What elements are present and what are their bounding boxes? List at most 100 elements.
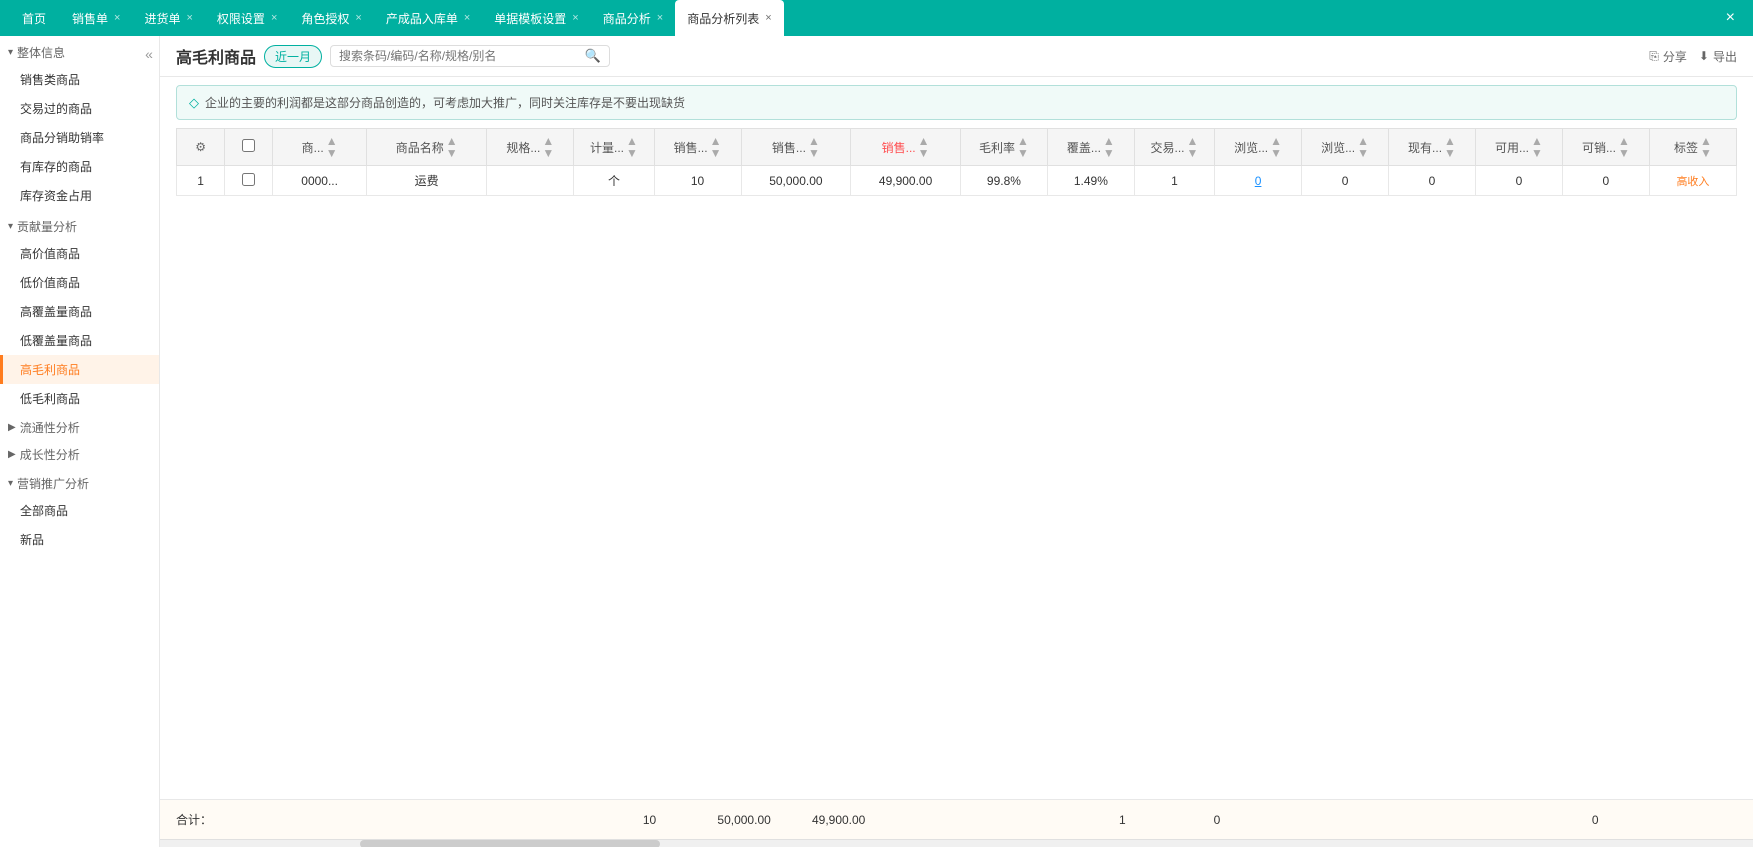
browse2-sort-icon: ▲▼ xyxy=(1357,135,1369,159)
share-icon: ⎘ xyxy=(1649,49,1659,64)
sidebar-item-stock-capital[interactable]: 库存资金占用 xyxy=(0,181,159,210)
sales-profit-column-header[interactable]: 销售... ▲▼ xyxy=(851,129,961,166)
row-stock1: 0 xyxy=(1389,166,1476,196)
sidebar-item-high-coverage[interactable]: 高覆盖量商品 xyxy=(0,297,159,326)
nav-tab-home[interactable]: 首页 xyxy=(8,0,60,36)
sidebar-collapse-button[interactable]: « xyxy=(139,44,159,64)
info-text: 企业的主要的利润都是这部分商品创造的，可考虑加大推广，同时关注库存是不要出现缺货 xyxy=(205,94,685,111)
sidebar-group-overall[interactable]: ▾ 整体信息 xyxy=(0,36,159,65)
sidebar-item-high-margin[interactable]: 高毛利商品 xyxy=(0,355,159,384)
summary-cells: 10 50,000.00 49,900.00 1 0 0 xyxy=(224,813,1737,827)
nav-tab-purchase[interactable]: 进货单 × xyxy=(132,0,204,36)
sidebar-group-liquidity[interactable]: ▶ 流通性分析 xyxy=(0,413,159,440)
grossrate-sort-icon: ▲▼ xyxy=(1017,135,1029,159)
sidebar-item-traded-goods[interactable]: 交易过的商品 xyxy=(0,94,159,123)
close-sales-tab[interactable]: × xyxy=(114,12,120,24)
settings-column-header[interactable]: ⚙ xyxy=(177,129,225,166)
summary-empty-4 xyxy=(508,813,603,827)
close-purchase-tab[interactable]: × xyxy=(186,12,192,24)
salesqty-sort-icon: ▲▼ xyxy=(710,135,722,159)
export-button[interactable]: ⬇ 导出 xyxy=(1699,48,1737,65)
trade-column-header[interactable]: 交易... ▲▼ xyxy=(1134,129,1214,166)
stock1-sort-icon: ▲▼ xyxy=(1444,135,1456,159)
tag-column-header[interactable]: 标签 ▲▼ xyxy=(1649,129,1736,166)
unit-column-header[interactable]: 计量... ▲▼ xyxy=(574,129,654,166)
row-sales-qty: 10 xyxy=(654,166,741,196)
export-icon: ⬇ xyxy=(1699,49,1709,63)
close-analysis-tab[interactable]: × xyxy=(657,12,663,24)
close-analysis-list-tab[interactable]: × xyxy=(765,12,771,24)
info-icon: ◇ xyxy=(189,95,199,111)
nav-tab-roles[interactable]: 角色授权 × xyxy=(289,0,373,36)
select-all-checkbox[interactable] xyxy=(242,139,255,152)
sales-amt-column-header[interactable]: 销售... ▲▼ xyxy=(741,129,851,166)
liquidity-arrow-icon: ▶ xyxy=(8,422,16,433)
sidebar-item-low-value[interactable]: 低价值商品 xyxy=(0,268,159,297)
browse1-column-header[interactable]: 浏览... ▲▼ xyxy=(1215,129,1302,166)
sidebar-item-sales-goods[interactable]: 销售类商品 xyxy=(0,65,159,94)
saleable-sort-icon: ▲▼ xyxy=(1618,135,1630,159)
sidebar-item-low-margin[interactable]: 低毛利商品 xyxy=(0,384,159,413)
close-permissions-tab[interactable]: × xyxy=(271,12,277,24)
sidebar-item-low-coverage[interactable]: 低覆盖量商品 xyxy=(0,326,159,355)
name-column-header[interactable]: 商品名称 ▲▼ xyxy=(366,129,486,166)
stock2-column-header[interactable]: 可用... ▲▼ xyxy=(1475,129,1562,166)
search-box[interactable]: 🔍 xyxy=(330,45,610,67)
scrollbar-thumb[interactable] xyxy=(360,840,660,847)
row-code: 0000... xyxy=(273,166,367,196)
marketing-arrow-icon: ▾ xyxy=(8,478,13,489)
filter-month-button[interactable]: 近一月 xyxy=(264,45,322,68)
summary-browse1: 0 xyxy=(1170,813,1265,827)
row-browse1[interactable]: 0 xyxy=(1215,166,1302,196)
sidebar-item-in-stock-goods[interactable]: 有库存的商品 xyxy=(0,152,159,181)
row-stock2: 0 xyxy=(1475,166,1562,196)
row-checkbox[interactable] xyxy=(225,166,273,196)
summary-empty-10 xyxy=(1642,813,1737,827)
checkbox-column-header[interactable] xyxy=(225,129,273,166)
page-title: 高毛利商品 xyxy=(176,44,256,68)
nav-tab-inbound[interactable]: 产成品入库单 × xyxy=(374,0,482,36)
code-column-header[interactable]: 商... ▲▼ xyxy=(273,129,367,166)
row-name: 运费 xyxy=(366,166,486,196)
row-index: 1 xyxy=(177,166,225,196)
saleable-column-header[interactable]: 可销... ▲▼ xyxy=(1562,129,1649,166)
sidebar-group-contribution[interactable]: ▾ 贡献量分析 xyxy=(0,210,159,239)
spec-column-header[interactable]: 规格... ▲▼ xyxy=(487,129,574,166)
stock1-column-header[interactable]: 现有... ▲▼ xyxy=(1389,129,1476,166)
nav-tab-analysis[interactable]: 商品分析 × xyxy=(591,0,675,36)
row-select-checkbox[interactable] xyxy=(242,173,255,186)
sidebar-item-all-goods[interactable]: 全部商品 xyxy=(0,496,159,525)
top-navigation: 首页 销售单 × 进货单 × 权限设置 × 角色授权 × 产成品入库单 × 单据… xyxy=(0,0,1753,36)
row-tag: 高收入 xyxy=(1649,166,1736,196)
summary-sales-qty: 10 xyxy=(602,813,697,827)
nav-tab-template[interactable]: 单据模板设置 × xyxy=(482,0,590,36)
close-roles-tab[interactable]: × xyxy=(355,12,361,24)
sidebar-item-new-goods[interactable]: 新品 xyxy=(0,525,159,554)
search-icon[interactable]: 🔍 xyxy=(585,48,601,64)
sidebar-item-high-value[interactable]: 高价值商品 xyxy=(0,239,159,268)
table-container[interactable]: ⚙ 商... ▲▼ 商品名称 ▲▼ xyxy=(160,128,1753,799)
nav-tab-analysis-list[interactable]: 商品分析列表 × xyxy=(675,0,783,36)
sales-qty-column-header[interactable]: 销售... ▲▼ xyxy=(654,129,741,166)
row-sales-amt: 50,000.00 xyxy=(741,166,851,196)
nav-tab-sales[interactable]: 销售单 × xyxy=(60,0,132,36)
sidebar-group-marketing[interactable]: ▾ 营销推广分析 xyxy=(0,467,159,496)
coverage-column-header[interactable]: 覆盖... ▲▼ xyxy=(1047,129,1134,166)
main-layout: « ▾ 整体信息 销售类商品 交易过的商品 商品分销助销率 有库存的商品 库存资… xyxy=(0,36,1753,847)
sidebar-item-distribution-rate[interactable]: 商品分销助销率 xyxy=(0,123,159,152)
nav-tab-permissions[interactable]: 权限设置 × xyxy=(205,0,289,36)
close-template-tab[interactable]: × xyxy=(572,12,578,24)
summary-empty-7 xyxy=(1264,813,1359,827)
search-input[interactable] xyxy=(339,49,581,63)
sidebar-group-growth[interactable]: ▶ 成长性分析 xyxy=(0,440,159,467)
close-all-button[interactable]: × xyxy=(1716,9,1745,27)
code-sort-icon: ▲▼ xyxy=(326,135,338,159)
overall-arrow-icon: ▾ xyxy=(8,47,13,58)
close-inbound-tab[interactable]: × xyxy=(464,12,470,24)
browse2-column-header[interactable]: 浏览... ▲▼ xyxy=(1302,129,1389,166)
sidebar: « ▾ 整体信息 销售类商品 交易过的商品 商品分销助销率 有库存的商品 库存资… xyxy=(0,36,160,847)
name-sort-icon: ▲▼ xyxy=(446,135,458,159)
bottom-scrollbar[interactable] xyxy=(160,839,1753,847)
gross-rate-column-header[interactable]: 毛利率 ▲▼ xyxy=(960,129,1047,166)
share-button[interactable]: ⎘ 分享 xyxy=(1649,48,1687,65)
